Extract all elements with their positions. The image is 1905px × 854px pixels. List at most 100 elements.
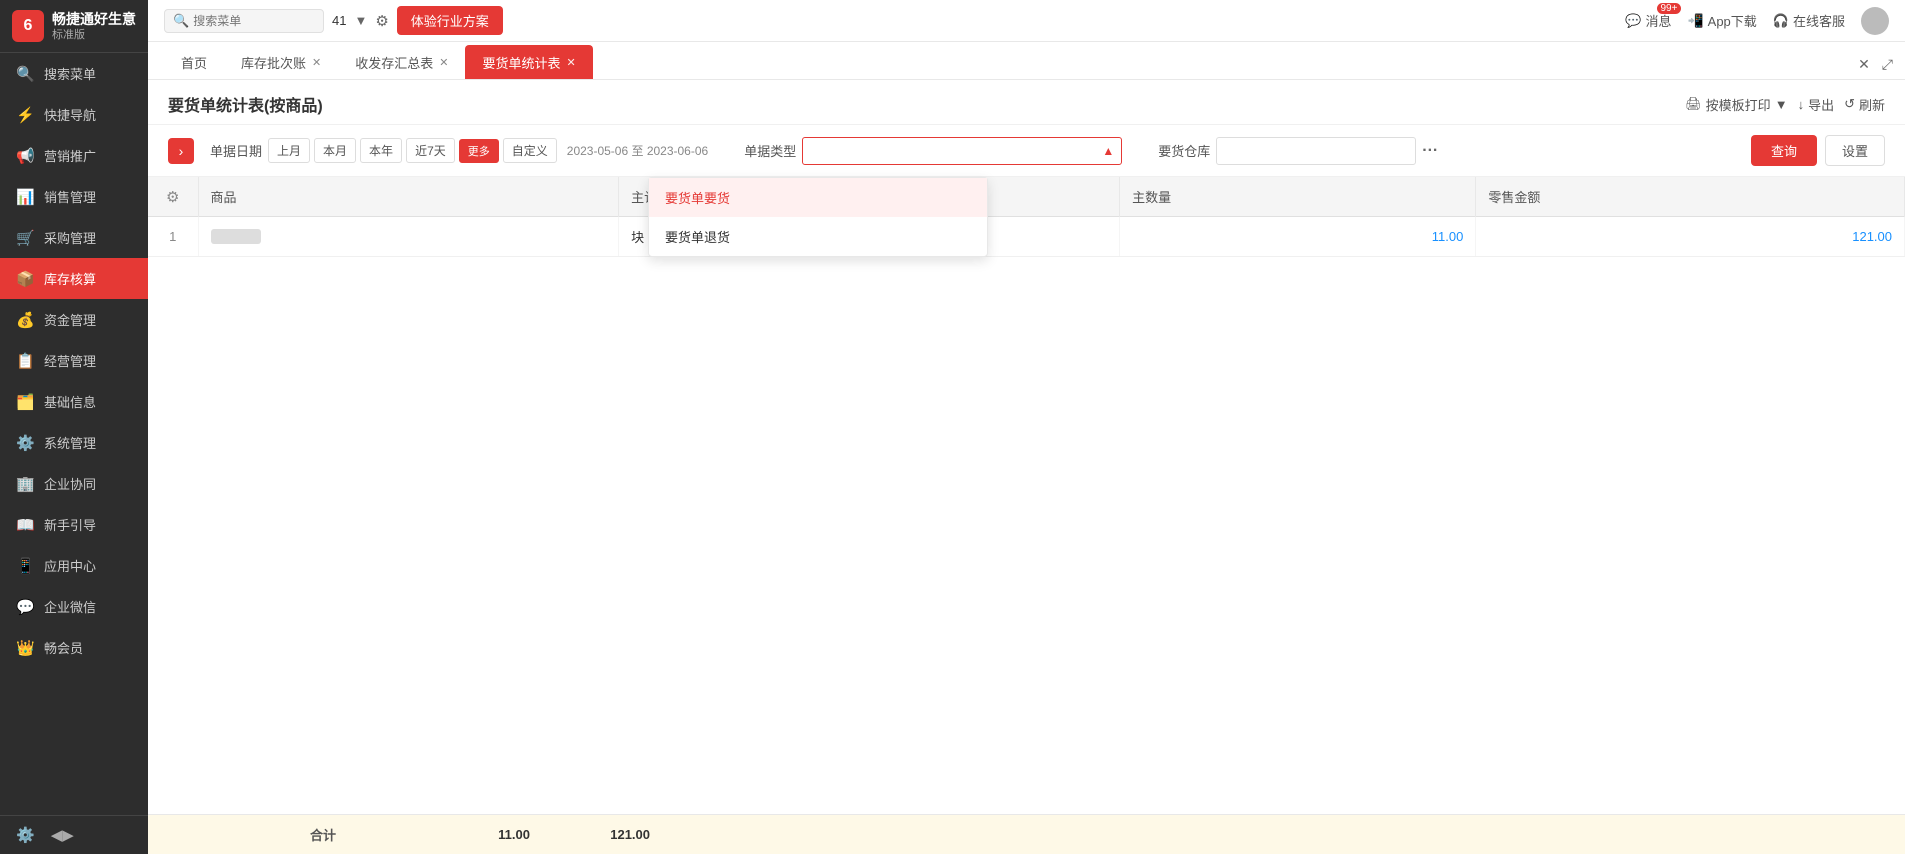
topbar-dropdown-arrow[interactable]: ▼: [354, 13, 367, 28]
refresh-btn[interactable]: ↺ 刷新: [1844, 95, 1885, 114]
sidebar-nav: 🔍 搜索菜单 ⚡ 快捷导航 📢 营销推广 📊 销售管理 🛒 采购管理 📦 库存核…: [0, 53, 148, 815]
sidebar-label-inventory: 库存核算: [44, 269, 96, 288]
sidebar-item-purchase[interactable]: 🛒 采购管理: [0, 217, 148, 258]
filter-warehouse-dots-icon[interactable]: ···: [1422, 142, 1438, 160]
topbar-messages[interactable]: 💬 消息 99+: [1625, 11, 1671, 30]
sidebar-item-finance[interactable]: 💰 资金管理: [0, 299, 148, 340]
topbar-app-download[interactable]: 📲 App下载: [1687, 11, 1756, 30]
sidebar-item-appstore[interactable]: 📱 应用中心: [0, 545, 148, 586]
tab-batch[interactable]: 库存批次账 ✕: [224, 45, 338, 79]
topbar-search-input[interactable]: [193, 14, 293, 28]
sidebar-collapse-icon[interactable]: ◀▶: [51, 826, 74, 844]
tab-requisition[interactable]: 要货单统计表 ✕: [465, 45, 592, 79]
table-settings-btn[interactable]: ⚙: [166, 188, 179, 206]
sidebar-item-system[interactable]: ⚙️ 系统管理: [0, 422, 148, 463]
export-label: 导出: [1808, 95, 1834, 114]
quicknav-icon: ⚡: [16, 106, 34, 124]
filter-warehouse-label: 要货仓库: [1158, 141, 1210, 160]
tab-receipts-close[interactable]: ✕: [439, 56, 448, 69]
tab-home[interactable]: 首页: [164, 45, 224, 79]
sidebar-item-enterprise[interactable]: 🏢 企业协同: [0, 463, 148, 504]
export-btn[interactable]: ↓ 导出: [1798, 95, 1835, 114]
refresh-icon: ↺: [1844, 96, 1855, 112]
user-avatar[interactable]: [1861, 7, 1889, 35]
filter-type-input[interactable]: [802, 137, 1122, 165]
tabs-close-all-btn[interactable]: ✕: [1854, 54, 1874, 75]
finance-icon: 💰: [16, 311, 34, 329]
tab-receipts[interactable]: 收发存汇总表 ✕: [338, 45, 465, 79]
sidebar-label-vip: 畅会员: [44, 638, 83, 657]
industry-btn[interactable]: 体验行业方案: [397, 6, 503, 35]
print-arrow-icon: ▼: [1775, 97, 1788, 112]
amount-link[interactable]: 121.00: [1852, 229, 1892, 244]
refresh-label: 刷新: [1859, 95, 1885, 114]
table-area: ⚙ 商品 主计量单位 主数量 零售金额 1: [148, 177, 1905, 814]
page-header-actions: 🖨 按模板打印 ▼ ↓ 导出 ↺ 刷新: [1685, 95, 1885, 114]
service-icon: 🎧: [1773, 13, 1789, 29]
col-quantity: 主数量: [1120, 177, 1476, 217]
sidebar-item-sales[interactable]: 📊 销售管理: [0, 176, 148, 217]
app-logo-text: 畅捷通好生意 标准版: [52, 10, 136, 42]
tab-requisition-label: 要货单统计表: [482, 53, 560, 72]
sidebar-item-wechat[interactable]: 💬 企业微信: [0, 586, 148, 627]
topbar-search-box[interactable]: 🔍: [164, 9, 324, 33]
sidebar-item-vip[interactable]: 👑 畅会员: [0, 627, 148, 668]
sales-icon: 📊: [16, 188, 34, 206]
system-icon: ⚙️: [16, 434, 34, 452]
date-btn-this-month[interactable]: 本月: [314, 138, 356, 163]
table-header-row: ⚙ 商品 主计量单位 主数量 零售金额: [148, 177, 1905, 217]
purchase-icon: 🛒: [16, 229, 34, 247]
app-logo-icon: 6: [12, 10, 44, 42]
filter-date-group: 单据日期 上月 本月 本年 近7天 更多 自定义 2023-05-06 至 20…: [210, 138, 708, 163]
tab-batch-close[interactable]: ✕: [312, 56, 321, 69]
filter-type-group: 单据类型 ▲: [744, 137, 1122, 165]
settings-btn[interactable]: 设置: [1825, 135, 1885, 166]
sidebar-label-finance: 资金管理: [44, 310, 96, 329]
row-no: 1: [148, 217, 198, 257]
topbar-online-service[interactable]: 🎧 在线客服: [1773, 11, 1845, 30]
sidebar-item-guide[interactable]: 📖 新手引导: [0, 504, 148, 545]
sidebar-item-operation[interactable]: 📋 经营管理: [0, 340, 148, 381]
date-btn-more[interactable]: 更多: [459, 139, 499, 163]
dropdown-item-return[interactable]: 要货单退货: [649, 217, 987, 256]
table-footer: 合计 11.00 121.00: [148, 814, 1905, 854]
col-settings: ⚙: [148, 177, 198, 217]
date-btn-this-year[interactable]: 本年: [360, 138, 402, 163]
filter-buttons: 查询 设置: [1751, 135, 1885, 166]
query-btn[interactable]: 查询: [1751, 135, 1817, 166]
sidebar-item-basic[interactable]: 🗂️ 基础信息: [0, 381, 148, 422]
dropdown-item-order[interactable]: 要货单要货: [649, 178, 987, 217]
app-download-label: App下载: [1708, 11, 1757, 30]
type-dropdown-menu: 要货单要货 要货单退货: [648, 177, 988, 257]
print-btn[interactable]: 🖨 按模板打印 ▼: [1685, 95, 1787, 114]
row-amount: 121.00: [1476, 217, 1905, 257]
row-product: [198, 217, 619, 257]
sidebar-item-marketing[interactable]: 📢 营销推广: [0, 135, 148, 176]
sidebar-settings-icon[interactable]: ⚙️: [16, 826, 35, 844]
row-quantity: 11.00: [1120, 217, 1476, 257]
footer-values: 11.00 121.00: [410, 827, 650, 842]
basic-icon: 🗂️: [16, 393, 34, 411]
sidebar-label-marketing: 营销推广: [44, 146, 96, 165]
date-btn-7days[interactable]: 近7天: [406, 138, 455, 163]
sidebar-item-inventory[interactable]: 📦 库存核算: [0, 258, 148, 299]
filter-warehouse-input[interactable]: [1216, 137, 1416, 165]
sidebar-label-enterprise: 企业协同: [44, 474, 96, 493]
page-title: 要货单统计表(按商品): [168, 92, 323, 116]
date-btn-last-month[interactable]: 上月: [268, 138, 310, 163]
sidebar-label-wechat: 企业微信: [44, 597, 96, 616]
date-range-text: 2023-05-06 至 2023-06-06: [567, 142, 708, 159]
sidebar-bottom: ⚙️ ◀▶: [0, 815, 148, 854]
col-amount: 零售金额: [1476, 177, 1905, 217]
sidebar-item-search[interactable]: 🔍 搜索菜单: [0, 53, 148, 94]
quantity-link[interactable]: 11.00: [1432, 229, 1464, 244]
topbar-gear-icon[interactable]: ⚙: [375, 12, 388, 30]
footer-amount: 121.00: [530, 827, 650, 842]
sidebar-item-quicknav[interactable]: ⚡ 快捷导航: [0, 94, 148, 135]
tab-requisition-close[interactable]: ✕: [567, 56, 576, 69]
filter-expand-btn[interactable]: ›: [168, 138, 194, 164]
date-btn-custom[interactable]: 自定义: [503, 138, 557, 163]
filter-type-label: 单据类型: [744, 141, 796, 160]
tab-batch-label: 库存批次账: [241, 53, 306, 72]
tabs-expand-btn[interactable]: ⤢: [1878, 54, 1897, 75]
